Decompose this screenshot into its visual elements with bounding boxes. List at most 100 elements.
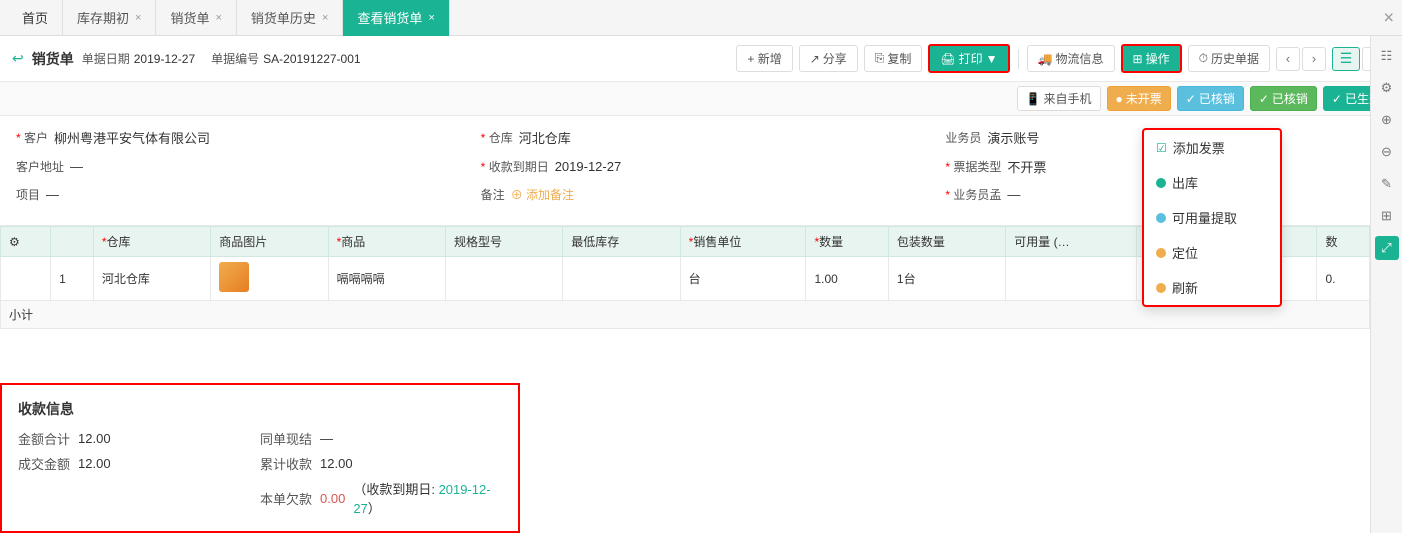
amount-total-value: 12.00 bbox=[78, 431, 111, 446]
customer-value: 柳州粤港平安气体有限公司 bbox=[54, 128, 210, 147]
cell-pack-qty: 1台 bbox=[888, 257, 1005, 301]
check-icon: ✓ bbox=[1259, 92, 1269, 106]
next-button[interactable]: › bbox=[1302, 47, 1326, 71]
col-pack-qty: 包装数量 bbox=[888, 227, 1005, 257]
balance-label: 本单欠款 bbox=[260, 489, 312, 508]
cell-model bbox=[445, 257, 562, 301]
customer-label: 客户 bbox=[16, 129, 48, 146]
address-label: 客户地址 bbox=[16, 158, 64, 175]
history-icon: ⏱ bbox=[1199, 51, 1208, 66]
project-value: — bbox=[46, 187, 59, 202]
add-note-btn[interactable]: ⊕ 添加备注 bbox=[511, 186, 574, 203]
cell-min-stock bbox=[563, 257, 680, 301]
tab-inventory-close[interactable]: × bbox=[135, 12, 141, 24]
deal-amount-row: 成交金额 12.00 bbox=[18, 454, 260, 473]
prev-button[interactable]: ‹ bbox=[1276, 47, 1300, 71]
doc-number-label: 单据编号 SA-20191227-001 bbox=[211, 50, 360, 67]
print-button[interactable]: 🖨 打印 ▼ bbox=[928, 44, 1009, 73]
dropdown-locate[interactable]: 定位 bbox=[1144, 235, 1280, 270]
transaction-value: — bbox=[320, 431, 333, 446]
warehouse-value: 河北仓库 bbox=[519, 128, 571, 147]
transaction-label: 同单现结 bbox=[260, 429, 312, 448]
tab-sales-label: 销货单 bbox=[170, 8, 209, 27]
sidebar-icon-minus[interactable]: ⊖ bbox=[1375, 140, 1399, 164]
reviewed-button[interactable]: ✓ 已核销 bbox=[1177, 86, 1244, 111]
new-button[interactable]: + 新增 bbox=[736, 45, 792, 72]
cell-extra: 0. bbox=[1317, 257, 1370, 301]
window-close-btn[interactable]: × bbox=[1383, 7, 1394, 28]
product-image bbox=[219, 262, 249, 292]
tab-sales-history[interactable]: 销货单历史 × bbox=[237, 0, 343, 36]
amount-total-label: 金额合计 bbox=[18, 429, 70, 448]
doc-date-label: 单据日期 2019-12-27 bbox=[82, 50, 195, 67]
dropdown-refresh[interactable]: 刷新 bbox=[1144, 270, 1280, 305]
salesperson2-label: 业务员孟 bbox=[945, 186, 1001, 203]
col-min-stock: 最低库存 bbox=[563, 227, 680, 257]
phone-icon: 📱 bbox=[1026, 92, 1041, 106]
note-label: 备注 bbox=[481, 186, 505, 203]
cell-seq: 1 bbox=[51, 257, 94, 301]
check-circle-icon: ✓ bbox=[1186, 92, 1196, 106]
amount-total-row: 金额合计 12.00 bbox=[18, 429, 260, 448]
logistics-button[interactable]: 🚚 物流信息 bbox=[1027, 45, 1115, 72]
due-date-field: 收款到期日 2019-12-27 bbox=[481, 158, 922, 175]
tab-sales-close[interactable]: × bbox=[215, 12, 221, 24]
not-opened-button[interactable]: ● 未开票 bbox=[1107, 86, 1171, 111]
tab-view-sales-label: 查看销货单 bbox=[357, 8, 422, 27]
cumulative-label: 累计收款 bbox=[260, 454, 312, 473]
tab-view-sales-close[interactable]: × bbox=[428, 12, 434, 24]
dropdown-outbound[interactable]: 出库 bbox=[1144, 165, 1280, 200]
tab-view-sales[interactable]: 查看销货单 × bbox=[343, 0, 449, 36]
cell-available bbox=[1006, 257, 1137, 301]
history-button[interactable]: ⏱ 历史单据 bbox=[1188, 45, 1270, 72]
project-field: 项目 — bbox=[16, 186, 457, 203]
check-icon: ☑ bbox=[1156, 141, 1167, 155]
due-date-value: 2019-12-27 bbox=[555, 159, 622, 174]
warehouse-label: 仓库 bbox=[481, 129, 513, 146]
circle-icon: ● bbox=[1116, 92, 1123, 106]
doc-meta: 单据日期 2019-12-27 单据编号 SA-20191227-001 bbox=[82, 50, 361, 67]
sold-button[interactable]: ✓ 已核销 bbox=[1250, 86, 1317, 111]
sidebar-icon-edit[interactable]: ✎ bbox=[1375, 172, 1399, 196]
dot-orange-icon-2 bbox=[1156, 283, 1166, 293]
due-date-label: 收款到期日 bbox=[481, 158, 549, 175]
col-available: 可用量 (… bbox=[1006, 227, 1137, 257]
tab-sales[interactable]: 销货单 × bbox=[156, 0, 236, 36]
col-warehouse: *仓库 bbox=[93, 227, 210, 257]
print-dropdown-icon: ▼ bbox=[986, 52, 998, 66]
tab-inventory[interactable]: 库存期初 × bbox=[63, 0, 156, 36]
col-extra: 数 bbox=[1317, 227, 1370, 257]
sidebar-icon-add[interactable]: ⊕ bbox=[1375, 108, 1399, 132]
doc-title: 销货单 bbox=[32, 49, 74, 69]
effective-check-icon: ✓ bbox=[1332, 92, 1342, 106]
doc-icon: ↩ bbox=[12, 50, 24, 67]
salesperson-label: 业务员 bbox=[945, 129, 981, 146]
list-view-button[interactable]: ☰ bbox=[1332, 47, 1360, 71]
dropdown-quantity-extract[interactable]: 可用量提取 bbox=[1144, 200, 1280, 235]
truck-icon: 🚚 bbox=[1038, 52, 1053, 66]
sidebar-icon-list[interactable]: ☷ bbox=[1375, 44, 1399, 68]
copy-button[interactable]: ⎘ 复制 bbox=[864, 45, 923, 72]
operations-button[interactable]: ⊞ 操作 bbox=[1121, 44, 1182, 73]
grid-icon: ⊞ bbox=[1133, 52, 1143, 66]
ticket-type-label: 票据类型 bbox=[945, 158, 1001, 175]
cumulative-value: 12.00 bbox=[320, 456, 353, 471]
col-quantity: *数量 bbox=[806, 227, 888, 257]
col-product: *商品 bbox=[328, 227, 445, 257]
dot-orange-icon bbox=[1156, 248, 1166, 258]
operations-dropdown: ☑ 添加发票 出库 可用量提取 定位 刷新 bbox=[1142, 128, 1282, 307]
sidebar-icon-expand[interactable]: ⤢ bbox=[1375, 236, 1399, 260]
cell-product: 嗝嗝嗝嗝 bbox=[328, 257, 445, 301]
cumulative-row: 累计收款 12.00 bbox=[260, 454, 502, 473]
share-button[interactable]: ↗ 分享 bbox=[799, 45, 858, 72]
settings-icon[interactable]: ⚙ bbox=[9, 235, 20, 249]
dropdown-add-invoice[interactable]: ☑ 添加发票 bbox=[1144, 130, 1280, 165]
sidebar-icon-grid[interactable]: ⊞ bbox=[1375, 204, 1399, 228]
main-content: ↩ 销货单 单据日期 2019-12-27 单据编号 SA-20191227-0… bbox=[0, 36, 1402, 533]
from-phone-button[interactable]: 📱 来自手机 bbox=[1017, 86, 1101, 111]
ticket-type-value: 不开票 bbox=[1007, 157, 1046, 176]
sidebar-icon-settings[interactable]: ⚙ bbox=[1375, 76, 1399, 100]
dot-teal-icon bbox=[1156, 178, 1166, 188]
tab-sales-history-close[interactable]: × bbox=[322, 12, 328, 24]
tab-home[interactable]: 首页 bbox=[8, 0, 63, 36]
